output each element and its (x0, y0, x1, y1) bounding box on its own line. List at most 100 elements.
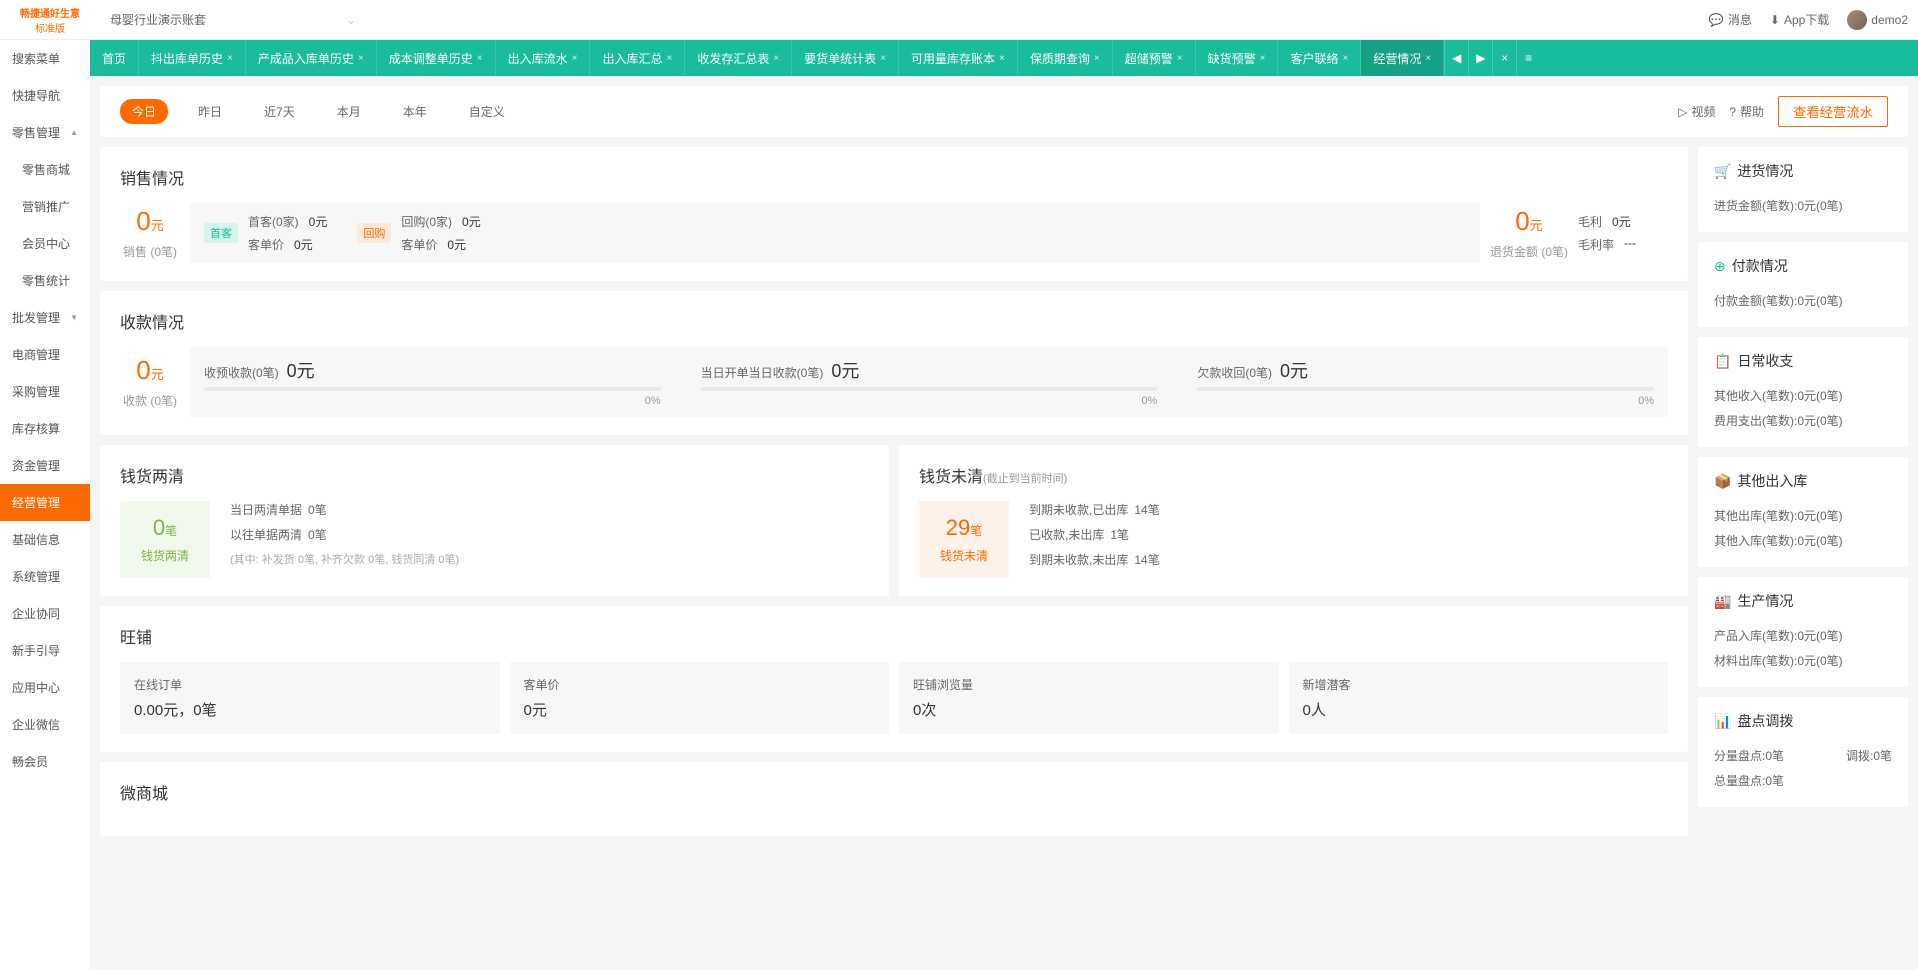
nav-control[interactable]: ▶ (1468, 40, 1492, 76)
money-goods-clear-card: 钱货两清 0笔 钱货两清 当日两清单据0笔 以往单据两清0笔 (其中: 补发货 … (100, 445, 889, 596)
sidebar-item[interactable]: 采购管理 (0, 373, 90, 410)
nav-tab[interactable]: 首页 (90, 40, 139, 76)
nav-tab[interactable]: 抖出库单历史× (139, 40, 246, 76)
close-icon[interactable]: × (999, 53, 1005, 64)
clear-count-box: 0笔 钱货两清 (120, 501, 210, 578)
sidebar-item[interactable]: 零售管理▲ (0, 114, 90, 151)
sidebar-item[interactable]: 零售统计 (0, 262, 90, 299)
nav-control[interactable]: × (1492, 40, 1516, 76)
nav-tab[interactable]: 客户联络× (1278, 40, 1361, 76)
message-icon: 💬 (1709, 13, 1724, 27)
help-icon: ? (1729, 105, 1736, 119)
sidebar-item[interactable]: 系统管理 (0, 558, 90, 595)
nav-tab[interactable]: 成本调整单历史× (377, 40, 496, 76)
sidebar-item[interactable]: 电商管理 (0, 336, 90, 373)
toolbar-right: ▷视频 ?帮助 查看经营流水 (1678, 96, 1888, 127)
sidebar-item[interactable]: 基础信息 (0, 521, 90, 558)
prepay-segment: 收预收款(0笔)0元 0% (204, 357, 661, 407)
nav-tab[interactable]: 出入库汇总× (590, 40, 685, 76)
content: 今日昨日近7天本月本年自定义 ▷视频 ?帮助 查看经营流水 销售情况 0元 销售… (90, 86, 1918, 846)
close-icon[interactable]: × (358, 53, 364, 64)
account-selector[interactable]: 母婴行业演示账套 ⌄ (110, 11, 1709, 28)
logo: 畅捷通好生意 标准版 (10, 5, 90, 35)
money-icon: ⊕ (1714, 258, 1726, 275)
logo-text: 畅捷通好生意 (20, 5, 80, 20)
views-cell: 旺铺浏览量0次 (899, 662, 1279, 734)
nav-tab[interactable]: 可用量库存账本× (899, 40, 1018, 76)
close-icon[interactable]: × (572, 53, 578, 64)
inventory-card: 📊盘点调拨 分量盘点:0笔调拨:0笔 总量盘点:0笔 (1698, 697, 1908, 807)
logo-sub: 标准版 (35, 20, 65, 35)
sidebar-item[interactable]: 企业微信 (0, 706, 90, 743)
sidebar-item[interactable]: 经营管理 (0, 484, 90, 521)
daily-io-card: 📋日常收支 其他收入(笔数):0元(0笔) 费用支出(笔数):0元(0笔) (1698, 337, 1908, 447)
debt-recover-segment: 欠款收回(0笔)0元 0% (1197, 357, 1654, 407)
other-io-card: 📦其他出入库 其他出库(笔数):0元(0笔) 其他入库(笔数):0元(0笔) (1698, 457, 1908, 567)
sidebar-item[interactable]: 搜索菜单 (0, 40, 90, 77)
nav-control[interactable]: ◀ (1444, 40, 1468, 76)
nav-tab[interactable]: 缺货预警× (1196, 40, 1279, 76)
sidebar-item[interactable]: 零售商城 (0, 151, 90, 188)
chevron-icon: ▼ (70, 313, 78, 322)
return-amount-block: 0元 退货金额 (0笔) (1490, 206, 1568, 260)
nav-tab[interactable]: 产成品入库单历史× (246, 40, 377, 76)
close-icon[interactable]: × (880, 53, 886, 64)
avg-price-cell: 客单价0元 (510, 662, 890, 734)
sidebar-item[interactable]: 会员中心 (0, 225, 90, 262)
close-icon[interactable]: × (1425, 53, 1431, 64)
user-menu[interactable]: demo2 (1847, 10, 1908, 30)
unclear-count-box: 29笔 钱货未清 (919, 501, 1009, 578)
sales-amount-block: 0元 销售 (0笔) (120, 206, 180, 260)
close-icon[interactable]: × (1177, 53, 1183, 64)
cart-icon: 🛒 (1714, 163, 1731, 180)
help-link[interactable]: ?帮助 (1729, 103, 1764, 120)
close-icon[interactable]: × (1342, 53, 1348, 64)
messages-link[interactable]: 💬消息 (1709, 11, 1752, 28)
nav-tab[interactable]: 经营情况× (1361, 40, 1444, 76)
sidebar-item[interactable]: 库存核算 (0, 410, 90, 447)
nav-tab[interactable]: 超储预警× (1113, 40, 1196, 76)
nav-tab[interactable]: 出入库流水× (496, 40, 591, 76)
account-name: 母婴行业演示账套 (110, 11, 206, 28)
sidebar: 搜索菜单快捷导航零售管理▲零售商城营销推广会员中心零售统计批发管理▼电商管理采购… (0, 40, 90, 970)
sidebar-item[interactable]: 快捷导航 (0, 77, 90, 114)
video-link[interactable]: ▷视频 (1678, 103, 1715, 120)
sidebar-item[interactable]: 畅会员 (0, 743, 90, 780)
sidebar-item[interactable]: 批发管理▼ (0, 299, 90, 336)
first-customer-badge: 首客 (204, 223, 238, 243)
date-tab[interactable]: 今日 (120, 99, 168, 124)
sameday-segment: 当日开单当日收款(0笔)0元 0% (701, 357, 1158, 407)
app-download-link[interactable]: ⬇App下载 (1770, 11, 1829, 28)
box-icon: 📦 (1714, 473, 1731, 490)
close-icon[interactable]: × (773, 53, 779, 64)
sales-title: 销售情况 (120, 165, 1668, 189)
sidebar-item[interactable]: 新手引导 (0, 632, 90, 669)
collection-card: 收款情况 0元 收款 (0笔) 收预收款(0笔)0元 0% 当日开单当日收款(0… (100, 291, 1688, 435)
nav-control[interactable]: ≡ (1516, 40, 1540, 76)
download-icon: ⬇ (1770, 13, 1780, 27)
date-tab[interactable]: 本月 (325, 99, 373, 124)
toolbar: 今日昨日近7天本月本年自定义 ▷视频 ?帮助 查看经营流水 (100, 86, 1908, 137)
factory-icon: 🏭 (1714, 593, 1731, 610)
date-tab[interactable]: 昨日 (186, 99, 234, 124)
close-icon[interactable]: × (227, 53, 233, 64)
nav-tab[interactable]: 收发存汇总表× (685, 40, 792, 76)
date-tab[interactable]: 本年 (391, 99, 439, 124)
date-tab[interactable]: 自定义 (457, 99, 517, 124)
view-flow-button[interactable]: 查看经营流水 (1778, 96, 1888, 127)
nav-tab[interactable]: 保质期查询× (1018, 40, 1113, 76)
sidebar-item[interactable]: 企业协同 (0, 595, 90, 632)
top-bar: 畅捷通好生意 标准版 母婴行业演示账套 ⌄ 💬消息 ⬇App下载 demo2 (0, 0, 1918, 40)
date-tab[interactable]: 近7天 (252, 99, 307, 124)
close-icon[interactable]: × (1260, 53, 1266, 64)
sales-card: 销售情况 0元 销售 (0笔) 首客 首客(0家)0元 客单价0元 (100, 147, 1688, 281)
sidebar-item[interactable]: 应用中心 (0, 669, 90, 706)
sidebar-item[interactable]: 营销推广 (0, 188, 90, 225)
payment-card: ⊕付款情况 付款金额(笔数):0元(0笔) (1698, 242, 1908, 327)
sidebar-item[interactable]: 资金管理 (0, 447, 90, 484)
nav-tab[interactable]: 要货单统计表× (792, 40, 899, 76)
close-icon[interactable]: × (1094, 53, 1100, 64)
close-icon[interactable]: × (666, 53, 672, 64)
chevron-down-icon: ⌄ (346, 13, 356, 27)
close-icon[interactable]: × (477, 53, 483, 64)
